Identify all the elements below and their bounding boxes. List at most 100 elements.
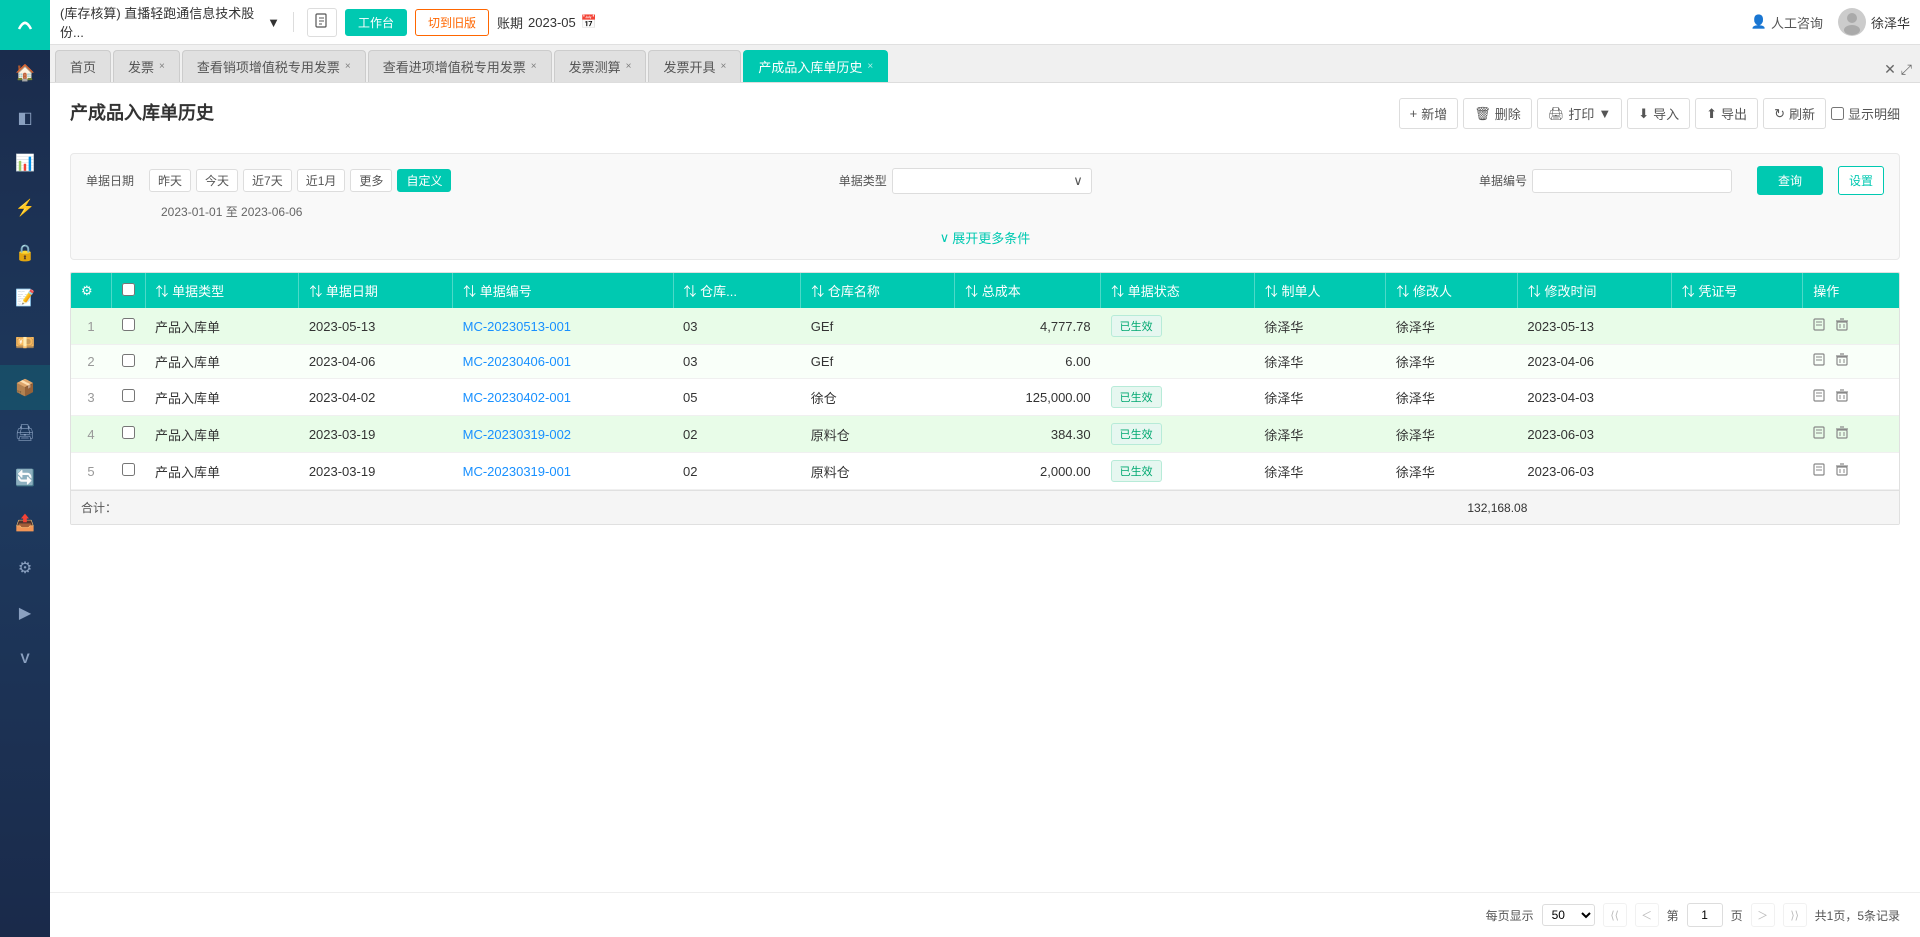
row-checkbox[interactable] bbox=[122, 426, 135, 439]
row-checkbox[interactable] bbox=[122, 389, 135, 402]
row-creator: 徐泽华 bbox=[1254, 308, 1386, 345]
sidebar-item-box[interactable]: 📦 bbox=[0, 365, 50, 410]
user-menu[interactable]: 徐泽华 bbox=[1838, 8, 1910, 36]
prev-page-btn[interactable]: ＜ bbox=[1635, 903, 1659, 927]
sidebar-item-flash[interactable]: ⚡ bbox=[0, 185, 50, 230]
row-doc-no[interactable]: MC-20230513-001 bbox=[453, 308, 673, 345]
row-actions bbox=[1803, 453, 1899, 490]
date-today-btn[interactable]: 今天 bbox=[196, 169, 238, 192]
row-delete-icon[interactable] bbox=[1835, 426, 1849, 443]
export-button[interactable]: ⬆ 导出 bbox=[1695, 98, 1758, 129]
next-page-btn[interactable]: ＞ bbox=[1751, 903, 1775, 927]
print-button[interactable]: 🖨 打印 ▼ bbox=[1537, 98, 1622, 129]
row-doc-date: 2023-04-06 bbox=[299, 345, 453, 379]
tab-invoice-close[interactable]: × bbox=[159, 61, 165, 72]
tab-purchase-invoice[interactable]: 查看进项增值税专用发票 × bbox=[368, 50, 552, 82]
doc-icon-btn[interactable] bbox=[307, 8, 337, 37]
page-size-select[interactable]: 50 10 20 100 bbox=[1542, 904, 1595, 926]
app-logo[interactable] bbox=[0, 0, 50, 50]
row-checkbox-cell[interactable] bbox=[111, 345, 145, 379]
tab-home[interactable]: 首页 bbox=[55, 50, 111, 82]
sidebar-item-lock[interactable]: 🔒 bbox=[0, 230, 50, 275]
show-detail-checkbox[interactable] bbox=[1831, 107, 1844, 120]
col-checkbox[interactable] bbox=[111, 273, 145, 308]
tab-expand-icon[interactable]: ⤢ bbox=[1901, 61, 1912, 78]
sidebar-item-upload[interactable]: 📤 bbox=[0, 500, 50, 545]
row-doc-no[interactable]: MC-20230319-001 bbox=[453, 453, 673, 490]
row-doc-no[interactable]: MC-20230319-002 bbox=[453, 416, 673, 453]
row-checkbox-cell[interactable] bbox=[111, 379, 145, 416]
first-page-btn[interactable]: ⟨⟨ bbox=[1603, 903, 1627, 927]
switch-old-button[interactable]: 切到旧版 bbox=[415, 9, 489, 36]
tab-calc-close[interactable]: × bbox=[626, 61, 632, 72]
row-edit-icon[interactable] bbox=[1813, 353, 1827, 370]
col-modify-time-label: ⇅ 修改时间 bbox=[1528, 284, 1597, 299]
col-voucher-label: ⇅ 凭证号 bbox=[1682, 284, 1738, 299]
date-7days-btn[interactable]: 近7天 bbox=[243, 169, 292, 192]
calendar-icon[interactable]: 📅 bbox=[581, 14, 597, 30]
sidebar-item-chart[interactable]: 📊 bbox=[0, 140, 50, 185]
row-checkbox[interactable] bbox=[122, 318, 135, 331]
sidebar-item-play[interactable]: ▶ bbox=[0, 590, 50, 635]
row-edit-icon[interactable] bbox=[1813, 389, 1827, 406]
tab-invoice[interactable]: 发票 × bbox=[113, 50, 180, 82]
sidebar-item-cycle[interactable]: 🔄 bbox=[0, 455, 50, 500]
date-custom-btn[interactable]: 自定义 bbox=[397, 169, 451, 192]
sidebar-item-home[interactable]: 🏠 bbox=[0, 50, 50, 95]
query-button[interactable]: 查询 bbox=[1757, 166, 1823, 195]
sidebar-item-money[interactable]: 💴 bbox=[0, 320, 50, 365]
row-delete-icon[interactable] bbox=[1835, 463, 1849, 480]
tab-calc[interactable]: 发票测算 × bbox=[554, 50, 647, 82]
date-1month-btn[interactable]: 近1月 bbox=[297, 169, 346, 192]
company-selector[interactable]: (库存核算) 直播轻跑通信息技术股份... ▼ bbox=[60, 3, 280, 41]
row-edit-icon[interactable] bbox=[1813, 463, 1827, 480]
set-button[interactable]: 设置 bbox=[1838, 166, 1884, 195]
sidebar-item-stamp[interactable]: 🖨 bbox=[0, 410, 50, 455]
row-doc-no[interactable]: MC-20230406-001 bbox=[453, 345, 673, 379]
import-button[interactable]: ⬇ 导入 bbox=[1627, 98, 1690, 129]
tab-purchase-close[interactable]: × bbox=[531, 61, 537, 72]
company-dropdown-icon[interactable]: ▼ bbox=[267, 15, 280, 30]
row-edit-icon[interactable] bbox=[1813, 426, 1827, 443]
doc-no-input[interactable] bbox=[1532, 169, 1732, 193]
tabbar-right-actions: ✕ ⤢ bbox=[1876, 61, 1920, 82]
new-button[interactable]: + 新增 bbox=[1399, 98, 1459, 129]
row-doc-no[interactable]: MC-20230402-001 bbox=[453, 379, 673, 416]
col-modifier: ⇅ 修改人 bbox=[1386, 273, 1518, 308]
tab-stock-close[interactable]: × bbox=[867, 61, 873, 72]
tab-stock-history[interactable]: 产成品入库单历史 × bbox=[743, 50, 888, 82]
last-page-btn[interactable]: ⟩⟩ bbox=[1783, 903, 1807, 927]
delete-button[interactable]: 🗑 删除 bbox=[1463, 98, 1532, 129]
refresh-button[interactable]: ↻ 刷新 bbox=[1763, 98, 1826, 129]
row-actions bbox=[1803, 379, 1899, 416]
tab-close-all-icon[interactable]: ✕ bbox=[1884, 61, 1896, 78]
workspace-button[interactable]: 工作台 bbox=[345, 9, 407, 36]
row-delete-icon[interactable] bbox=[1835, 318, 1849, 335]
sidebar-item-v[interactable]: V bbox=[0, 635, 50, 680]
tab-sales-invoice[interactable]: 查看销项增值税专用发票 × bbox=[182, 50, 366, 82]
row-checkbox[interactable] bbox=[122, 354, 135, 367]
tab-sales-close[interactable]: × bbox=[345, 61, 351, 72]
service-button[interactable]: 👤 人工咨询 bbox=[1751, 13, 1823, 32]
row-delete-icon[interactable] bbox=[1835, 353, 1849, 370]
tab-issue-close[interactable]: × bbox=[720, 61, 726, 72]
row-checkbox-cell[interactable] bbox=[111, 453, 145, 490]
row-checkbox-cell[interactable] bbox=[111, 416, 145, 453]
col-warehouse-code-label: ⇅ 仓库... bbox=[684, 284, 737, 299]
sidebar-item-settings[interactable]: ⚙ bbox=[0, 545, 50, 590]
select-all-checkbox[interactable] bbox=[122, 283, 135, 296]
expand-filter-btn[interactable]: ∨ 展开更多条件 bbox=[940, 228, 1031, 247]
gear-icon[interactable]: ⚙ bbox=[81, 283, 93, 298]
doc-type-select[interactable]: ∨ bbox=[892, 168, 1092, 194]
row-edit-icon[interactable] bbox=[1813, 318, 1827, 335]
tab-issue[interactable]: 发票开具 × bbox=[648, 50, 741, 82]
row-checkbox[interactable] bbox=[122, 463, 135, 476]
sidebar-item-doc[interactable]: ◧ bbox=[0, 95, 50, 140]
page-number-input[interactable] bbox=[1687, 903, 1723, 927]
row-delete-icon[interactable] bbox=[1835, 389, 1849, 406]
col-gear[interactable]: ⚙ bbox=[71, 273, 111, 308]
date-yesterday-btn[interactable]: 昨天 bbox=[149, 169, 191, 192]
date-more-btn[interactable]: 更多 bbox=[350, 169, 392, 192]
row-checkbox-cell[interactable] bbox=[111, 308, 145, 345]
sidebar-item-note[interactable]: 📝 bbox=[0, 275, 50, 320]
